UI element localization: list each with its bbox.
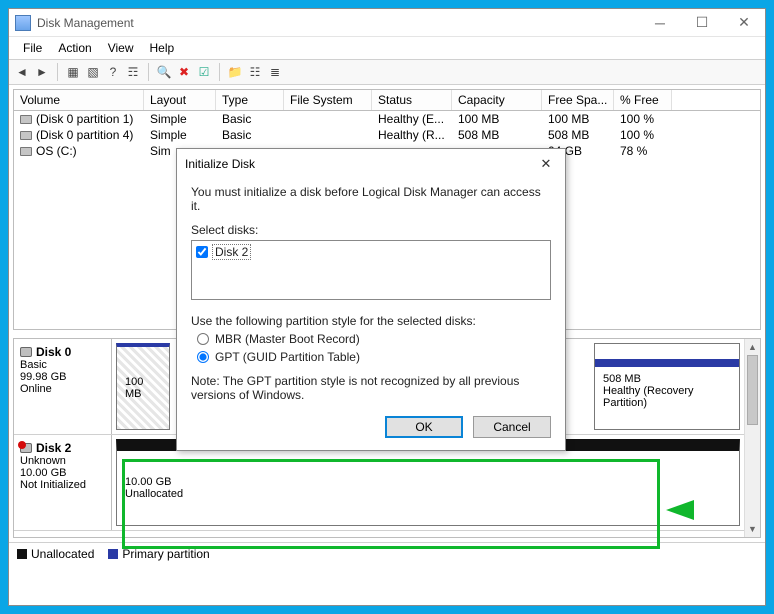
select-disks-label: Select disks:: [191, 223, 551, 237]
check-icon[interactable]: ☑: [195, 63, 213, 81]
layout-icon[interactable]: ▦: [64, 63, 82, 81]
gpt-radio[interactable]: [197, 351, 209, 363]
ok-button[interactable]: OK: [385, 416, 463, 438]
disk-list-item[interactable]: Disk 2: [196, 244, 546, 260]
back-icon[interactable]: ◄: [13, 63, 31, 81]
forward-icon[interactable]: ►: [33, 63, 51, 81]
dialog-title: Initialize Disk: [185, 157, 535, 171]
disk-icon: [20, 347, 32, 357]
disk-list: Disk 2: [191, 240, 551, 300]
partition-style-label: Use the following partition style for th…: [191, 314, 551, 328]
help-icon[interactable]: ?: [104, 63, 122, 81]
menubar: File Action View Help: [9, 37, 765, 59]
menu-file[interactable]: File: [17, 39, 48, 57]
menu-view[interactable]: View: [102, 39, 140, 57]
dialog-close-button[interactable]: ✕: [535, 155, 557, 173]
mbr-radio[interactable]: [197, 333, 209, 345]
scroll-thumb[interactable]: [747, 355, 758, 425]
partition-efi[interactable]: 100 MB: [116, 343, 170, 430]
dialog-message: You must initialize a disk before Logica…: [191, 185, 551, 213]
col-volume[interactable]: Volume: [14, 90, 144, 110]
cancel-button[interactable]: Cancel: [473, 416, 551, 438]
delete-icon[interactable]: ✖: [175, 63, 193, 81]
options-icon[interactable]: ☶: [124, 63, 142, 81]
dialog-note: Note: The GPT partition style is not rec…: [191, 374, 551, 402]
close-button[interactable]: ✕: [723, 9, 765, 36]
disk-header: Disk 2 Unknown 10.00 GB Not Initialized: [14, 435, 112, 530]
minimize-button[interactable]: ─: [639, 9, 681, 36]
col-capacity[interactable]: Capacity: [452, 90, 542, 110]
list-icon[interactable]: ≣: [266, 63, 284, 81]
menu-action[interactable]: Action: [52, 39, 97, 57]
window-title: Disk Management: [37, 16, 639, 30]
disk-error-icon: [20, 443, 32, 453]
table-row[interactable]: (Disk 0 partition 1) Simple Basic Health…: [14, 111, 760, 127]
toolbar: ◄ ► ▦ ▧ ? ☶ 🔍 ✖ ☑ 📁 ☷ ≣: [9, 59, 765, 85]
scroll-down-icon[interactable]: ▼: [745, 521, 760, 537]
swatch-unallocated: [17, 549, 27, 559]
swatch-primary: [108, 549, 118, 559]
partition-unallocated[interactable]: 10.00 GB Unallocated: [116, 439, 740, 526]
gpt-option[interactable]: GPT (GUID Partition Table): [197, 350, 551, 364]
maximize-button[interactable]: ☐: [681, 9, 723, 36]
disk-header: Disk 0 Basic 99.98 GB Online: [14, 339, 112, 434]
col-pctfree[interactable]: % Free: [614, 90, 672, 110]
table-row[interactable]: (Disk 0 partition 4) Simple Basic Health…: [14, 127, 760, 143]
scrollbar[interactable]: ▲ ▼: [744, 339, 760, 537]
initialize-disk-dialog: Initialize Disk ✕ You must initialize a …: [176, 148, 566, 451]
search-icon[interactable]: 🔍: [155, 63, 173, 81]
volume-icon: [20, 147, 32, 156]
col-free[interactable]: Free Spa...: [542, 90, 614, 110]
scroll-up-icon[interactable]: ▲: [745, 339, 760, 355]
disk-checkbox[interactable]: [196, 246, 208, 258]
menu-help[interactable]: Help: [144, 39, 181, 57]
refresh-icon[interactable]: ▧: [84, 63, 102, 81]
volume-icon: [20, 131, 32, 140]
mbr-option[interactable]: MBR (Master Boot Record): [197, 332, 551, 346]
app-icon: [15, 15, 31, 31]
legend: Unallocated Primary partition: [9, 542, 765, 564]
volume-icon: [20, 115, 32, 124]
titlebar: Disk Management ─ ☐ ✕: [9, 9, 765, 37]
folder-icon[interactable]: 📁: [226, 63, 244, 81]
partition-recovery[interactable]: 508 MB Healthy (Recovery Partition): [594, 343, 740, 430]
col-layout[interactable]: Layout: [144, 90, 216, 110]
properties-icon[interactable]: ☷: [246, 63, 264, 81]
col-fs[interactable]: File System: [284, 90, 372, 110]
col-type[interactable]: Type: [216, 90, 284, 110]
col-status[interactable]: Status: [372, 90, 452, 110]
dialog-titlebar: Initialize Disk ✕: [177, 149, 565, 179]
highlight-arrow-icon: [666, 500, 694, 520]
